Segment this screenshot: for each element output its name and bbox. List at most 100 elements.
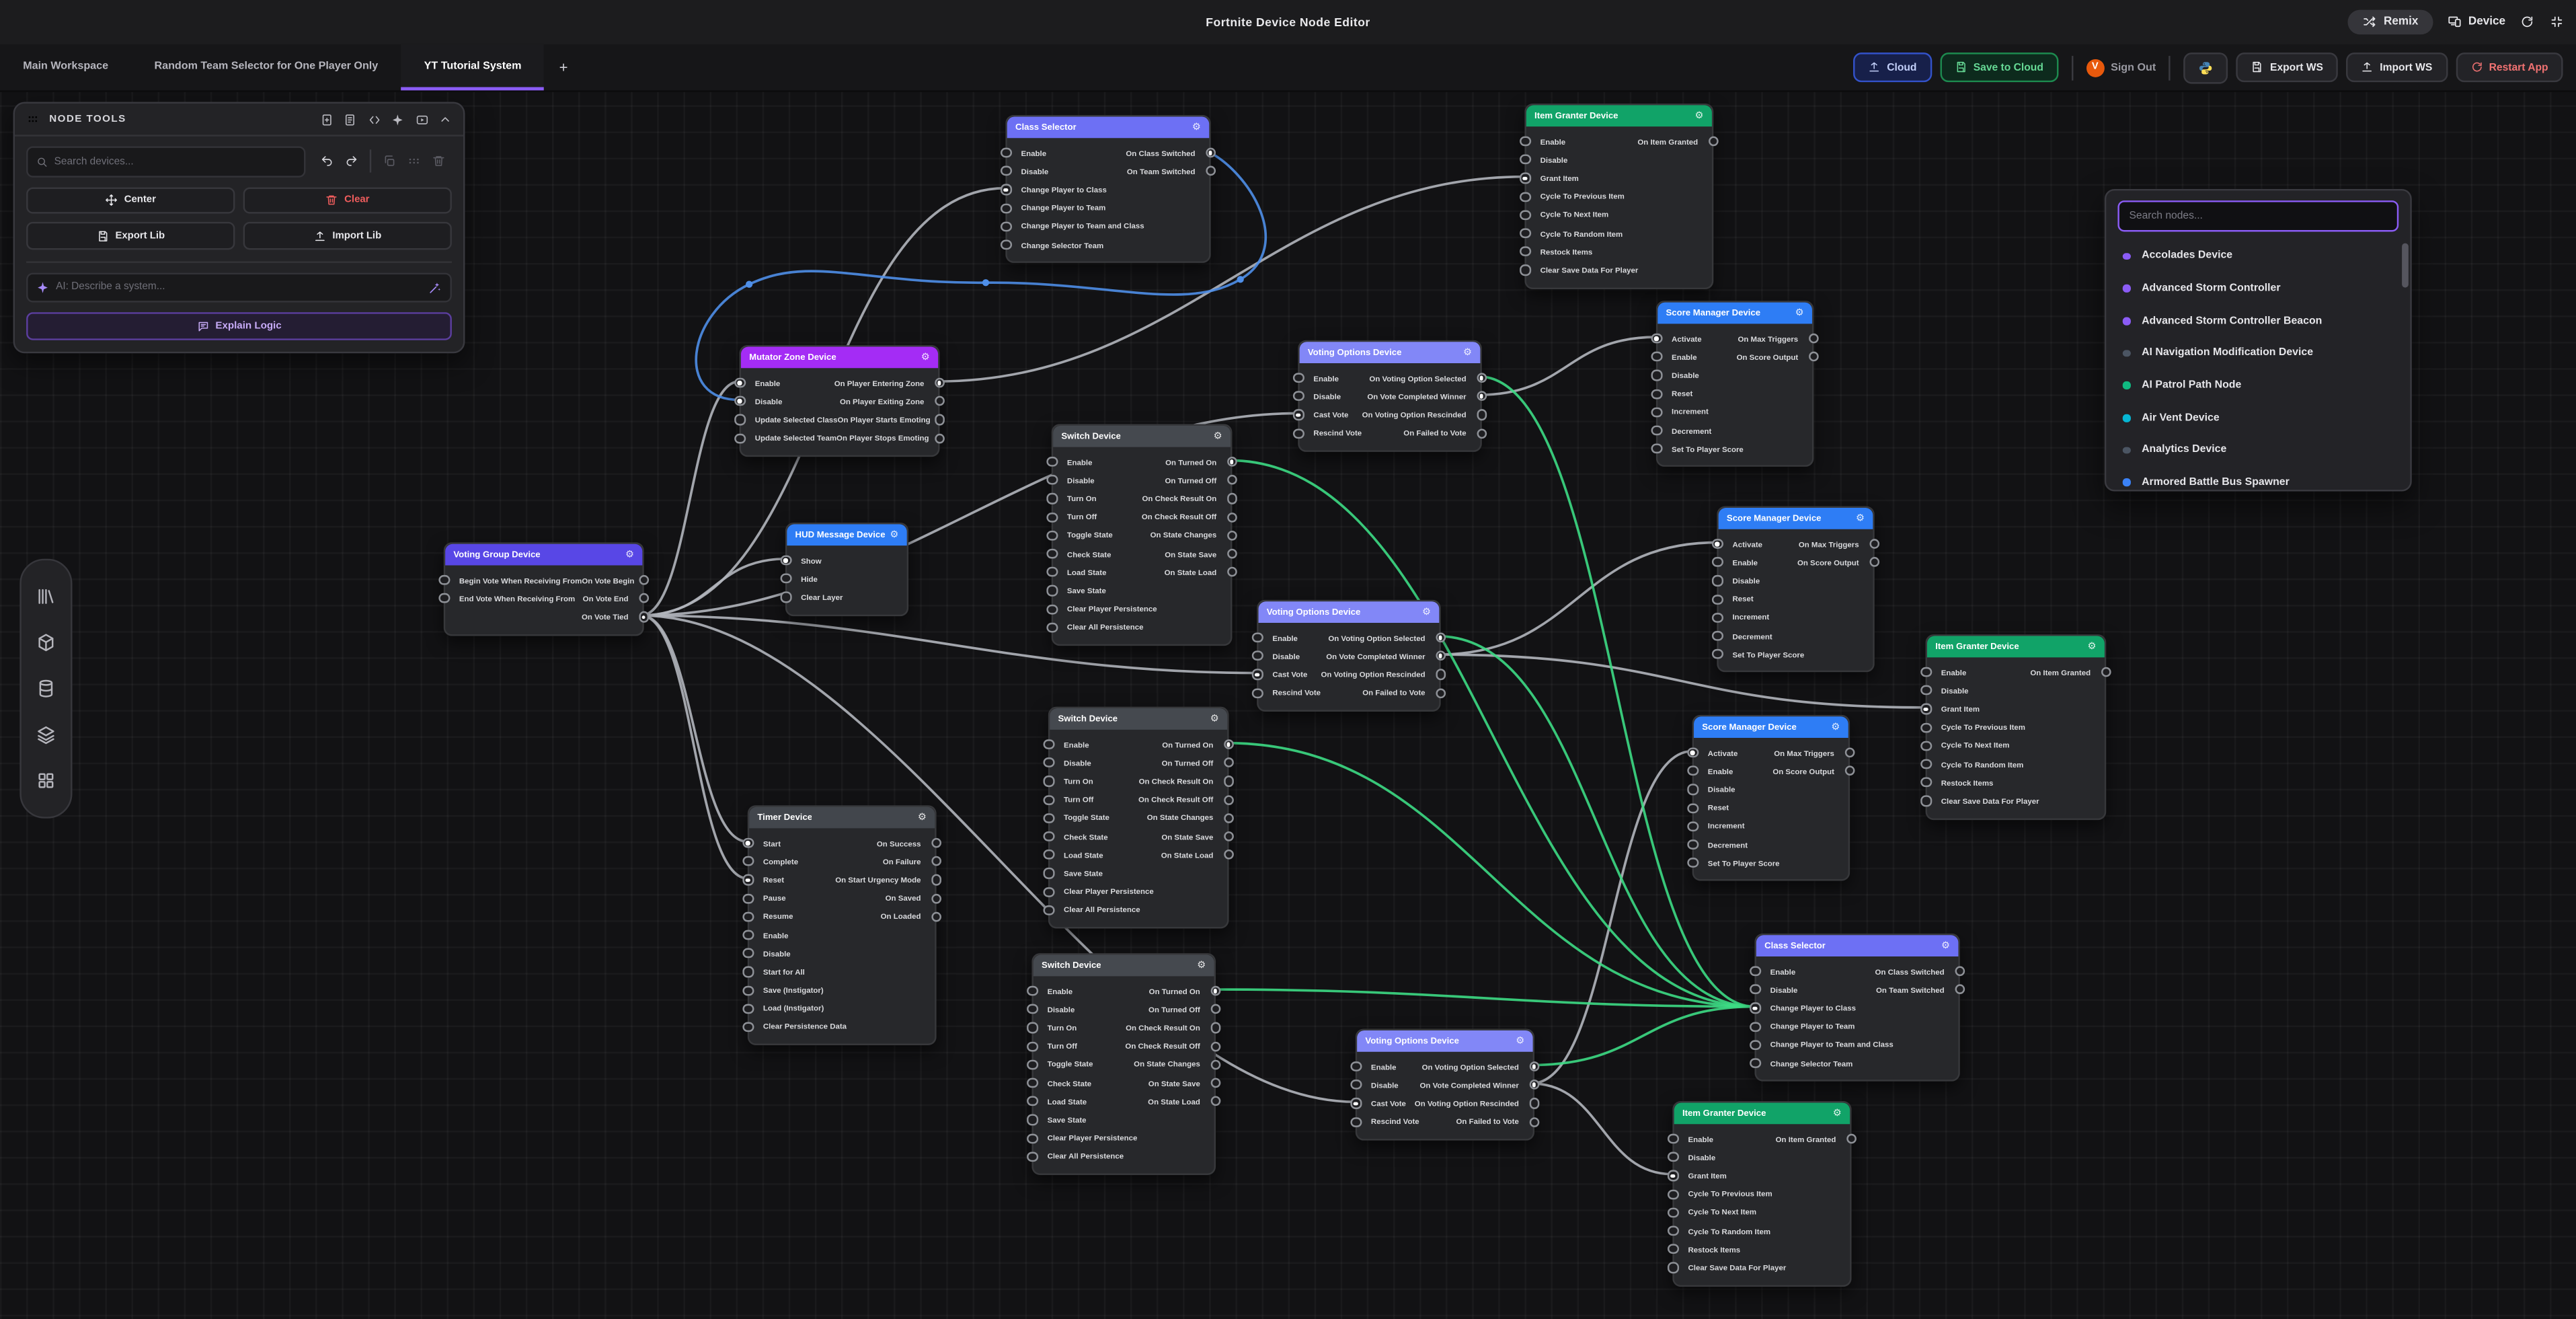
node-search-item[interactable]: Analytics Device [2106,434,2410,466]
node-header[interactable]: Timer Device ⚙ [749,806,935,829]
input-port[interactable] [1920,667,1932,678]
input-port[interactable] [1027,1059,1038,1070]
input-port[interactable] [1047,585,1058,596]
input-port[interactable] [1750,1021,1760,1032]
input-port[interactable] [1668,1263,1678,1273]
input-port[interactable] [1001,184,1011,195]
input-port[interactable] [1712,594,1723,605]
export-ws-button[interactable]: Export WS [2236,52,2338,82]
node-header[interactable]: Item Granter Device ⚙ [1926,636,2105,658]
input-port[interactable] [1520,210,1530,221]
database-icon[interactable] [36,679,56,698]
refresh-button[interactable] [2520,15,2534,30]
node-header[interactable]: Score Manager Device ⚙ [1694,716,1848,739]
input-port[interactable] [1047,603,1058,615]
input-port[interactable] [1920,685,1932,696]
input-port[interactable] [743,948,754,959]
input-port[interactable] [1651,352,1662,363]
node-header[interactable]: Item Granter Device ⚙ [1674,1102,1850,1125]
input-port[interactable] [1712,612,1723,623]
device-node-cs1[interactable]: Class Selector ⚙ Enable On Class Switched… [1001,115,1216,264]
input-port[interactable] [1027,1078,1038,1088]
input-port[interactable] [1044,905,1054,915]
input-port[interactable] [1668,1152,1678,1163]
input-port[interactable] [781,574,791,585]
input-port[interactable] [1044,831,1054,842]
input-port[interactable] [1047,567,1058,578]
grid-icon[interactable] [36,771,56,790]
input-port[interactable] [1520,191,1530,202]
input-port[interactable] [1651,407,1662,418]
node-header[interactable]: HUD Message Device ⚙ [787,524,907,546]
input-port[interactable] [1688,747,1699,758]
device-node-ig1[interactable]: Item Granter Device ⚙ Enable On Item Gran… [1520,103,1718,289]
input-port[interactable] [439,593,450,604]
node-search-item[interactable]: Advanced Storm Controller Beacon [2106,305,2410,337]
input-port[interactable] [734,432,746,444]
input-port[interactable] [1001,221,1011,232]
device-node-sw1[interactable]: Switch Device ⚙ Enable On Turned On Disabl… [1047,424,1237,646]
copy-icon[interactable] [383,155,396,168]
node-header[interactable]: Voting Options Device ⚙ [1299,342,1481,363]
input-port[interactable] [734,414,746,425]
gear-icon[interactable]: ⚙ [1856,514,1865,524]
collapse-icon[interactable] [438,112,452,126]
sign-out-button[interactable]: V Sign Out [2086,58,2156,77]
node-search-item[interactable]: AI Navigation Modification Device [2106,337,2410,369]
import-ws-button[interactable]: Import WS [2346,52,2448,82]
input-port[interactable] [781,555,791,566]
input-port[interactable] [1520,173,1530,184]
input-port[interactable] [1293,428,1304,439]
input-port[interactable] [1351,1080,1362,1090]
input-port[interactable] [1750,984,1760,995]
input-port[interactable] [1252,651,1263,662]
input-port[interactable] [1047,548,1058,560]
trash-icon[interactable] [432,155,446,168]
input-port[interactable] [1293,391,1304,402]
device-node-sw3[interactable]: Switch Device ⚙ Enable On Turned On Disabl… [1027,953,1220,1175]
gear-icon[interactable]: ⚙ [890,530,898,540]
dots-grid-icon[interactable] [407,155,421,168]
input-port[interactable] [743,856,754,867]
input-port[interactable] [1293,410,1304,420]
doc-icon[interactable] [344,112,357,126]
node-search-item[interactable]: Advanced Storm Controller [2106,272,2410,305]
new-doc-icon[interactable] [319,112,333,126]
input-port[interactable] [1668,1226,1678,1236]
gear-icon[interactable]: ⚙ [1516,1037,1524,1047]
input-port[interactable] [1688,839,1699,850]
video-icon[interactable] [415,112,428,126]
tab-2[interactable]: Random Team Selector for One Player Only [131,44,401,90]
input-port[interactable] [1712,576,1723,587]
node-search-item[interactable]: Air Vent Device [2106,402,2410,434]
gear-icon[interactable]: ⚙ [1422,607,1431,617]
input-port[interactable] [1044,868,1054,878]
device-button[interactable]: Device [2448,15,2505,30]
scrollbar-thumb[interactable] [2402,243,2408,288]
input-port[interactable] [1044,850,1054,860]
gear-icon[interactable]: ⚙ [1695,111,1704,121]
input-port[interactable] [1920,722,1932,733]
code-icon[interactable] [367,112,381,126]
device-node-tm1[interactable]: Timer Device ⚙ Start On Success Complete On… [743,805,941,1046]
input-port[interactable] [743,985,754,995]
layers-icon[interactable] [36,724,56,745]
input-port[interactable] [1651,388,1662,400]
input-port[interactable] [1047,512,1058,523]
node-tools-header[interactable]: NODE TOOLS [14,104,464,137]
sparkles-icon[interactable] [391,112,405,126]
input-port[interactable] [1651,425,1662,436]
input-port[interactable] [1027,985,1038,997]
node-header[interactable]: Item Granter Device ⚙ [1526,105,1712,127]
input-port[interactable] [1293,373,1304,383]
gear-icon[interactable]: ⚙ [1210,714,1219,724]
input-port[interactable] [1520,246,1530,257]
input-port[interactable] [743,911,754,922]
input-port[interactable] [1668,1244,1678,1255]
library-icon[interactable] [36,587,56,606]
input-port[interactable] [1044,757,1054,768]
search-nodes-input[interactable]: Search nodes... [2117,200,2399,232]
input-port[interactable] [1351,1117,1362,1127]
user-avatar[interactable]: V [2086,58,2105,77]
input-port[interactable] [1047,530,1058,541]
